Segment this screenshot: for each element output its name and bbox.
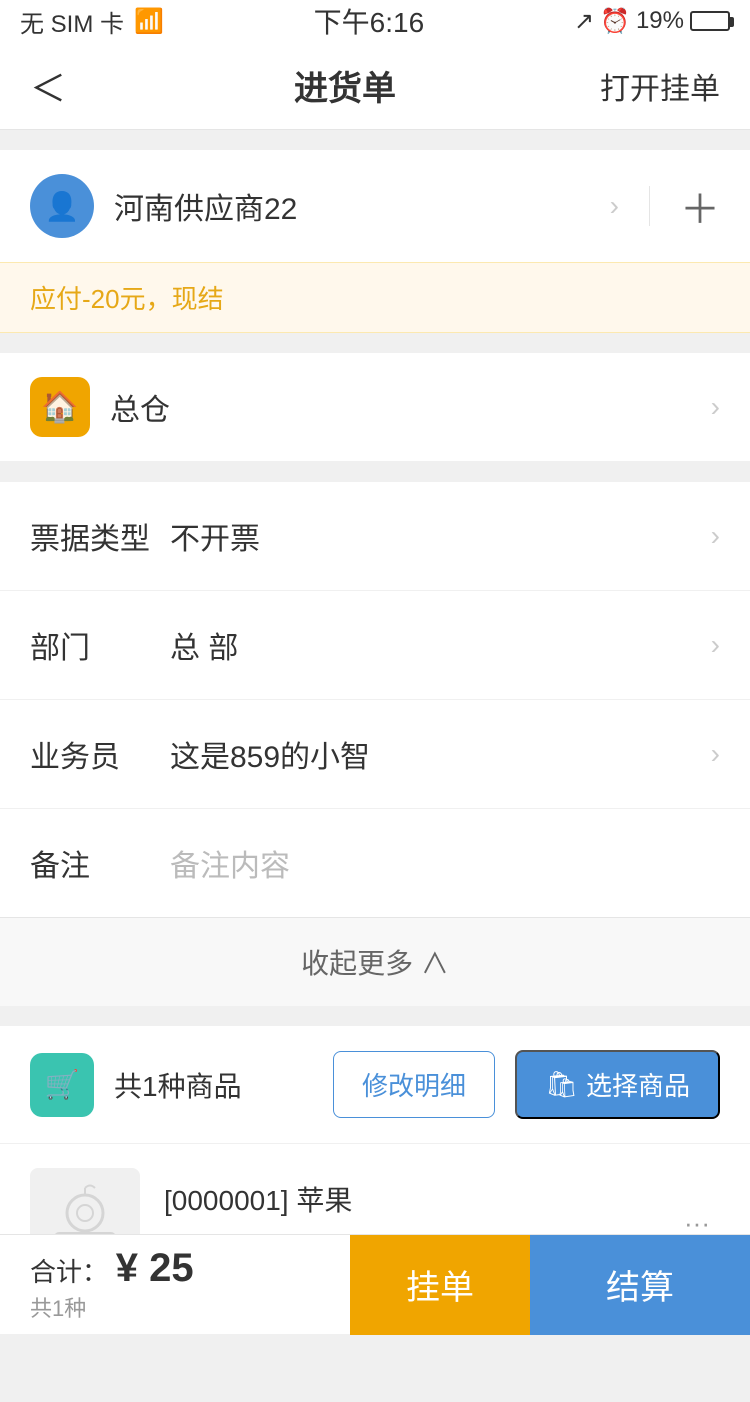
sales-row[interactable]: 业务员 这是859的小智 › (0, 699, 750, 808)
dept-row[interactable]: 部门 总 部 › (0, 590, 750, 699)
invoice-label: 票据类型 (30, 514, 170, 558)
status-time: 下午6:16 (314, 1, 425, 41)
select-product-icon: 🛍 (545, 1069, 578, 1100)
invoice-row[interactable]: 票据类型 不开票 › (0, 481, 750, 590)
form-section: 票据类型 不开票 › 部门 总 部 › 业务员 这是859的小智 › 备注 备注… (0, 481, 750, 1006)
page-title: 进货单 (294, 61, 396, 110)
supplier-name: 河南供应商22 (114, 184, 610, 228)
dept-label: 部门 (30, 623, 170, 667)
status-left: 无 SIM 卡 📶 (20, 4, 164, 39)
bottom-bar: 合计： ¥ 25 共1种 挂单 结算 (0, 1234, 750, 1334)
total-label: 合计： (30, 1257, 108, 1287)
remark-label: 备注 (30, 841, 170, 885)
collapse-button[interactable]: 收起更多 ∧ (0, 917, 750, 1006)
warehouse-icon: 🏠 (30, 377, 90, 437)
product-section-icon: 🛒 (30, 1053, 94, 1117)
nav-bar: ＜ 进货单 打开挂单 (0, 42, 750, 130)
dept-value: 总 部 (170, 623, 711, 667)
supplier-avatar-icon: 👤 (45, 190, 80, 223)
remark-placeholder[interactable]: 备注内容 (170, 841, 720, 885)
cart-icon: 🛒 (45, 1068, 80, 1101)
supplier-avatar: 👤 (30, 174, 94, 238)
sales-arrow-icon: › (711, 738, 720, 770)
sales-label: 业务员 (30, 732, 170, 776)
warehouse-section: 🏠 总仓 › (0, 353, 750, 461)
invoice-arrow-icon: › (711, 520, 720, 552)
edit-detail-button[interactable]: 修改明细 (333, 1051, 495, 1118)
supplier-add-button[interactable]: ＋ (680, 177, 720, 235)
select-product-button[interactable]: 🛍 选择商品 (515, 1050, 720, 1119)
product-count-label: 共1种商品 (114, 1065, 313, 1105)
gap-2 (0, 333, 750, 353)
gap-4 (0, 1006, 750, 1026)
back-button[interactable]: ＜ (30, 60, 90, 112)
gap-1 (0, 130, 750, 150)
open-hang-button[interactable]: 打开挂单 (600, 64, 720, 108)
supplier-section: 👤 河南供应商22 › ＋ 应付-20元，现结 (0, 150, 750, 333)
dept-arrow-icon: › (711, 629, 720, 661)
warehouse-name: 总仓 (110, 385, 711, 429)
select-product-label: 选择商品 (586, 1066, 690, 1103)
hang-button[interactable]: 挂单 (350, 1235, 530, 1335)
remark-row[interactable]: 备注 备注内容 (0, 808, 750, 917)
total-amount: ¥ 25 (116, 1246, 194, 1290)
warning-banner: 应付-20元，现结 (0, 262, 750, 333)
status-right: ↗ ⏰ 19% (574, 7, 730, 36)
warehouse-row[interactable]: 🏠 总仓 › (0, 353, 750, 461)
total-count: 共1种 (30, 1291, 320, 1323)
warehouse-arrow-icon: › (711, 391, 720, 423)
total-row: 合计： ¥ 25 (30, 1246, 320, 1291)
product-title: 苹果 (296, 1185, 352, 1216)
alarm-icon: ⏰ (600, 7, 630, 36)
product-header: 🛒 共1种商品 修改明细 🛍 选择商品 (0, 1026, 750, 1143)
total-section: 合计： ¥ 25 共1种 (0, 1246, 350, 1323)
checkout-button[interactable]: 结算 (530, 1235, 750, 1335)
status-bar: 无 SIM 卡 📶 下午6:16 ↗ ⏰ 19% (0, 0, 750, 42)
battery-percent: 19% (636, 7, 684, 35)
gap-3 (0, 461, 750, 481)
product-name: [0000001] 苹果 (164, 1179, 674, 1219)
supplier-divider (649, 186, 650, 226)
product-code: [0000001] (164, 1185, 289, 1216)
sales-value: 这是859的小智 (170, 732, 711, 776)
location-icon: ↗ (574, 7, 594, 36)
invoice-value: 不开票 (170, 514, 711, 558)
battery-icon (690, 11, 730, 31)
supplier-row[interactable]: 👤 河南供应商22 › ＋ (0, 150, 750, 262)
carrier-label: 无 SIM 卡 (20, 4, 124, 39)
wifi-icon: 📶 (134, 7, 164, 36)
supplier-arrow-icon: › (610, 190, 619, 222)
